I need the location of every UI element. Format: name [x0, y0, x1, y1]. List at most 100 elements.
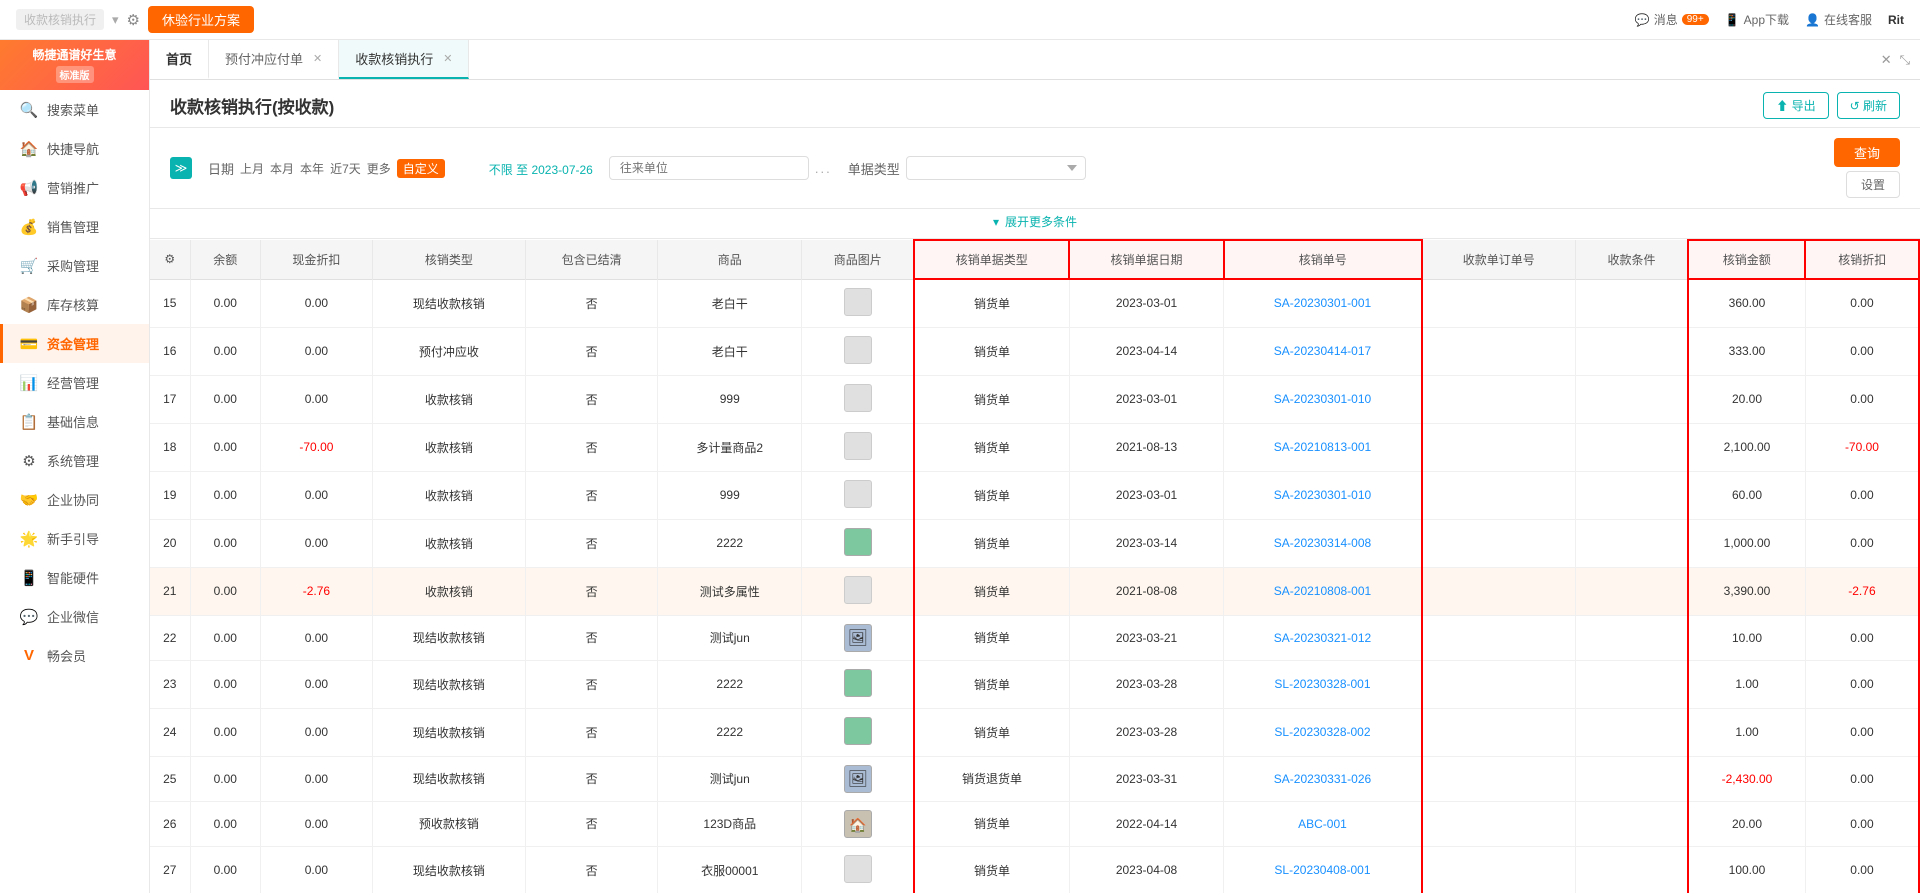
from-unit-input[interactable] — [609, 156, 809, 180]
sidebar: 畅捷通谱好生意 标准版 🔍 搜索菜单 🏠 快捷导航 📢 营销推广 💰 销售管理 … — [0, 40, 150, 893]
sidebar-label-inventory: 库存核算 — [47, 295, 99, 314]
gear-icon[interactable]: ⚙ — [127, 11, 140, 29]
cell-verify-amount: -2,430.00 — [1688, 756, 1805, 801]
cell-verify-bill-no[interactable]: SL-20230408-001 — [1224, 846, 1422, 893]
online-service-link[interactable]: 👤 在线客服 — [1805, 11, 1872, 28]
user-name: Rit — [1888, 13, 1904, 27]
cell-verify-amount: 20.00 — [1688, 375, 1805, 423]
order-type-label: 单据类型 — [848, 159, 900, 178]
cell-verify-bill-no[interactable]: SA-20230314-008 — [1224, 519, 1422, 567]
enterprise-icon: 🤝 — [19, 491, 39, 509]
filter-actions: 查询 设置 — [1834, 138, 1900, 198]
refresh-button[interactable]: ↺ 刷新 — [1837, 92, 1900, 119]
cell-collection-condition — [1575, 756, 1688, 801]
cell-verify-bill-no[interactable]: ABC-001 — [1224, 801, 1422, 846]
table-row: 22 0.00 0.00 现结收款核销 否 测试jun 🖼 销货单 2023-0… — [150, 615, 1919, 660]
date-opt-this-month[interactable]: 本月 — [270, 160, 294, 177]
sidebar-item-search[interactable]: 🔍 搜索菜单 — [0, 90, 149, 129]
settings-button[interactable]: 设置 — [1846, 171, 1900, 198]
cell-verify-bill-no[interactable]: SL-20230328-001 — [1224, 660, 1422, 708]
tab-collection[interactable]: 收款核销执行 ✕ — [339, 40, 469, 79]
table-row: 26 0.00 0.00 预收款核销 否 123D商品 🏠 销货单 2022-0… — [150, 801, 1919, 846]
filter-expand-button[interactable]: ≫ — [170, 157, 192, 179]
cell-verify-bill-no[interactable]: SA-20230414-017 — [1224, 327, 1422, 375]
cell-verify-bill-no[interactable]: SA-20230301-010 — [1224, 375, 1422, 423]
cell-verify-type: 收款核销 — [372, 375, 525, 423]
cell-cash-discount: 0.00 — [261, 279, 373, 327]
sidebar-item-basic-info[interactable]: 📋 基础信息 — [0, 402, 149, 441]
sidebar-item-wechat[interactable]: 💬 企业微信 — [0, 597, 149, 636]
cell-verify-bill-no[interactable]: SA-20230331-026 — [1224, 756, 1422, 801]
service-icon: 👤 — [1805, 13, 1820, 27]
cell-balance: 0.00 — [190, 327, 261, 375]
cell-goods-img: 🏠 — [802, 801, 915, 846]
cell-verify-bill-no[interactable]: SA-20210808-001 — [1224, 567, 1422, 615]
cell-balance: 0.00 — [190, 423, 261, 471]
table-row: 21 0.00 -2.76 收款核销 否 测试多属性 销货单 2021-08-0… — [150, 567, 1919, 615]
sidebar-item-smart-hw[interactable]: 📱 智能硬件 — [0, 558, 149, 597]
cell-verify-discount: -2.76 — [1805, 567, 1919, 615]
order-type-select[interactable] — [906, 156, 1086, 180]
cell-goods-img — [802, 327, 915, 375]
app-icon: 📱 — [1725, 13, 1740, 27]
cell-verify-bill-no[interactable]: SA-20230321-012 — [1224, 615, 1422, 660]
cell-verify-bill-no[interactable]: SA-20210813-001 — [1224, 423, 1422, 471]
cell-verify-bill-no[interactable]: SL-20230328-002 — [1224, 708, 1422, 756]
cell-collection-order-no — [1422, 279, 1576, 327]
sidebar-item-member[interactable]: V 畅会员 — [0, 636, 149, 675]
app-download-link[interactable]: 📱 App下载 — [1725, 11, 1789, 28]
online-service-label: 在线客服 — [1824, 11, 1872, 28]
date-opt-this-year[interactable]: 本年 — [300, 160, 324, 177]
cell-goods: 测试jun — [658, 756, 802, 801]
sidebar-item-quick-nav[interactable]: 🏠 快捷导航 — [0, 129, 149, 168]
date-custom-badge[interactable]: 自定义 — [397, 159, 445, 178]
cell-verify-bill-no[interactable]: SA-20230301-001 — [1224, 279, 1422, 327]
cell-collection-condition — [1575, 375, 1688, 423]
sidebar-item-finance[interactable]: 💳 资金管理 — [0, 324, 149, 363]
cell-verify-discount: 0.00 — [1805, 375, 1919, 423]
dropdown-arrow[interactable]: ▾ — [112, 12, 119, 28]
expand-more-bar[interactable]: ▾ 展开更多条件 — [150, 209, 1920, 239]
sidebar-item-enterprise[interactable]: 🤝 企业协同 — [0, 480, 149, 519]
tab-prepay[interactable]: 预付冲应付单 ✕ — [209, 40, 339, 79]
cell-include-settled: 否 — [525, 660, 657, 708]
date-opt-last-month[interactable]: 上月 — [240, 160, 264, 177]
table-row: 24 0.00 0.00 现结收款核销 否 2222 销货单 2023-03-2… — [150, 708, 1919, 756]
sidebar-item-inventory[interactable]: 📦 库存核算 — [0, 285, 149, 324]
date-opt-more[interactable]: 更多 — [367, 160, 391, 177]
cell-verify-type: 收款核销 — [372, 471, 525, 519]
cell-verify-bill-date: 2023-03-01 — [1069, 279, 1224, 327]
sidebar-item-sales[interactable]: 💰 销售管理 — [0, 207, 149, 246]
sidebar-label-wechat: 企业微信 — [47, 607, 99, 626]
cell-verify-amount: 2,100.00 — [1688, 423, 1805, 471]
tab-restore-icon[interactable]: ⤡ — [1900, 52, 1910, 68]
sidebar-item-guide[interactable]: 🌟 新手引导 — [0, 519, 149, 558]
cell-verify-type: 预收款核销 — [372, 801, 525, 846]
sidebar-item-purchase[interactable]: 🛒 采购管理 — [0, 246, 149, 285]
tab-collection-close[interactable]: ✕ — [443, 52, 452, 65]
col-header-collection-order-no: 收款单订单号 — [1422, 240, 1576, 279]
cell-verify-amount: 100.00 — [1688, 846, 1805, 893]
date-opt-7days[interactable]: 近7天 — [330, 160, 361, 177]
cell-balance: 0.00 — [190, 615, 261, 660]
cell-verify-bill-type: 销货单 — [914, 846, 1069, 893]
cell-collection-condition — [1575, 423, 1688, 471]
notification-area[interactable]: 💬 消息 99+ — [1635, 11, 1709, 28]
export-icon: ⬆ — [1776, 99, 1788, 113]
cell-goods: 2222 — [658, 708, 802, 756]
tab-prepay-close[interactable]: ✕ — [313, 52, 322, 65]
tab-close-all-icon[interactable]: ✕ — [1881, 52, 1892, 68]
cell-verify-discount: 0.00 — [1805, 327, 1919, 375]
query-button[interactable]: 查询 — [1834, 138, 1900, 167]
col-header-setting[interactable]: ⚙ — [150, 240, 190, 279]
tab-home[interactable]: 首页 — [150, 40, 209, 79]
cell-cash-discount: 0.00 — [261, 846, 373, 893]
sidebar-item-operations[interactable]: 📊 经营管理 — [0, 363, 149, 402]
sidebar-item-system[interactable]: ⚙ 系统管理 — [0, 441, 149, 480]
cell-verify-bill-no[interactable]: SA-20230301-010 — [1224, 471, 1422, 519]
industry-plan-button[interactable]: 休验行业方案 — [148, 6, 254, 33]
cell-balance: 0.00 — [190, 756, 261, 801]
export-button[interactable]: ⬆ 导出 — [1763, 92, 1828, 119]
sidebar-item-marketing[interactable]: 📢 营销推广 — [0, 168, 149, 207]
cell-collection-condition — [1575, 519, 1688, 567]
